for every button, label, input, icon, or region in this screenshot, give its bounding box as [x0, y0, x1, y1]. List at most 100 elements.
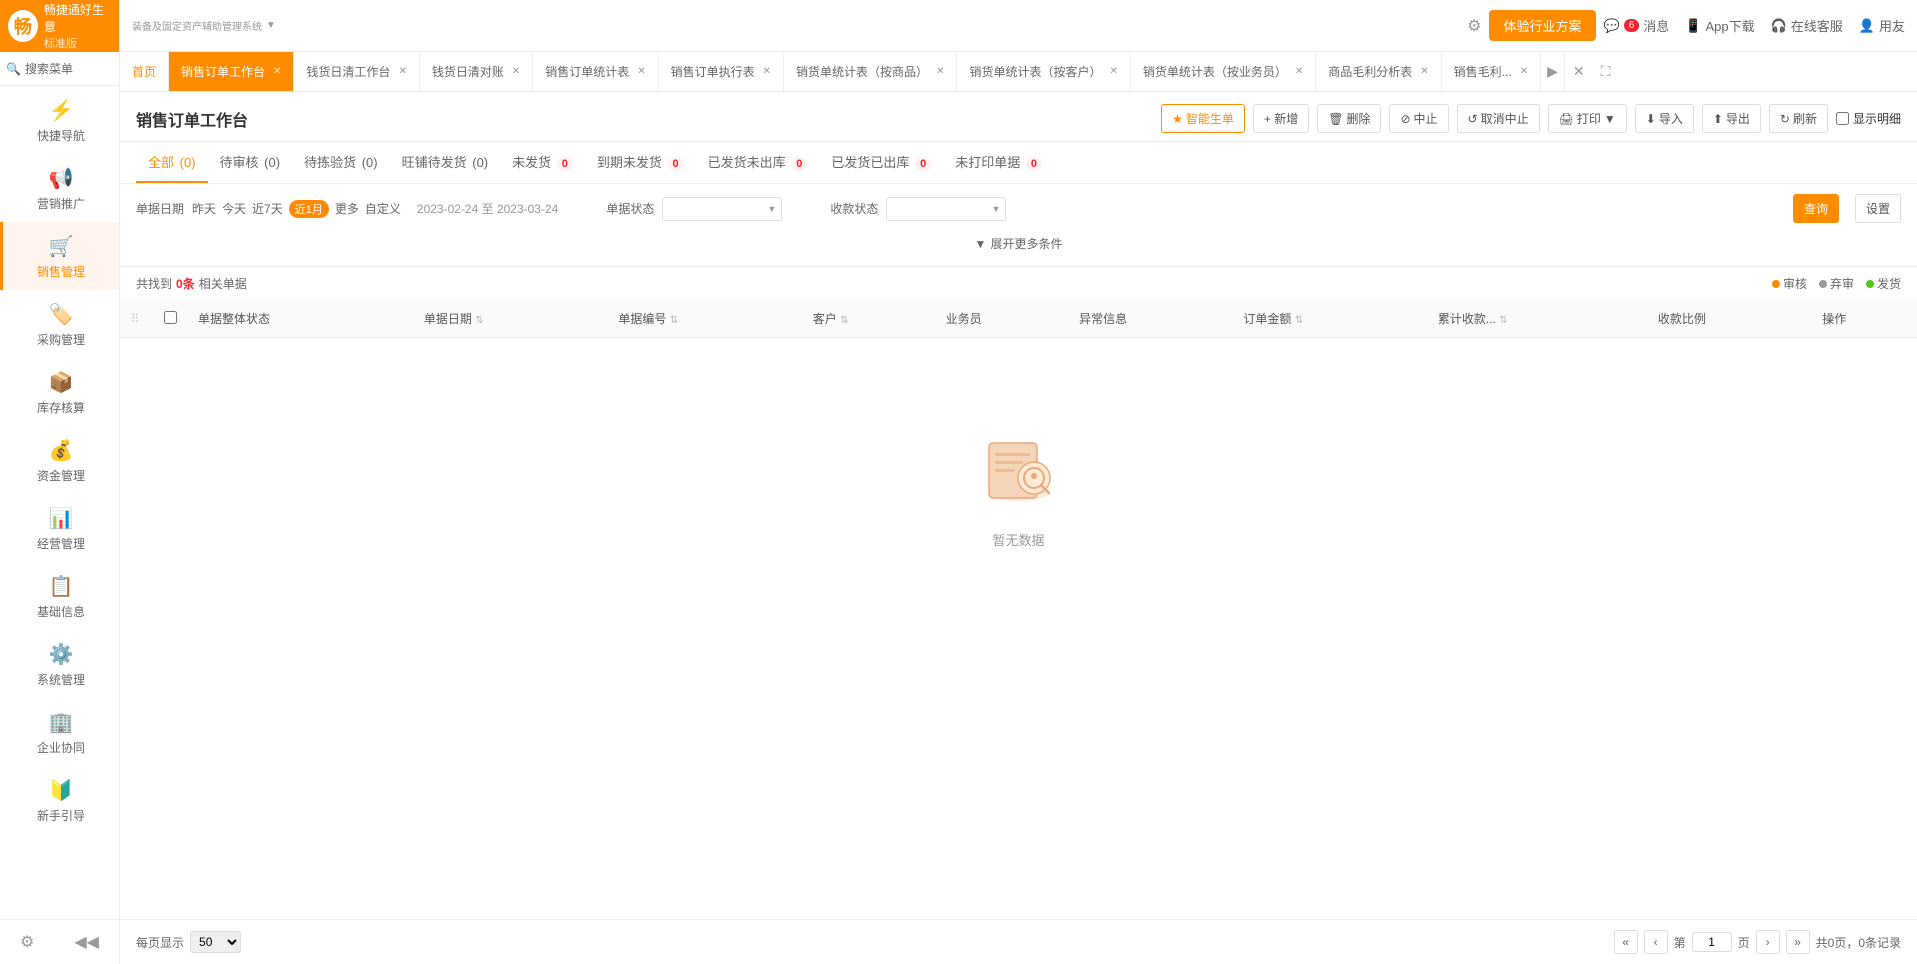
tab-close-all-button[interactable]: ✕ [1565, 52, 1593, 91]
user-menu[interactable]: 👤 用友 [1859, 16, 1905, 35]
filter-today[interactable]: 今天 [222, 200, 246, 218]
sidebar-collapse-icon[interactable]: ◀◀ [66, 928, 107, 956]
sub-tab-pending-audit-label: 待审核 [220, 155, 259, 170]
sub-tab-overdue-label: 到期未发货 [597, 155, 662, 170]
setting-button[interactable]: 设置 [1855, 194, 1901, 223]
tab-cash-daily-close[interactable]: ✕ [398, 66, 406, 77]
sub-tab-shipped-out[interactable]: 已发货已出库 0 [819, 142, 943, 183]
col-date-sort[interactable]: ⇅ [475, 315, 483, 326]
tab-sales-by-product-close[interactable]: ✕ [936, 66, 944, 77]
filter-yesterday[interactable]: 昨天 [192, 200, 216, 218]
sub-tab-overdue-not-shipped[interactable]: 到期未发货 0 [585, 142, 696, 183]
filter-status-select[interactable] [662, 197, 782, 221]
tab-sales-exec[interactable]: 销售订单执行表 ✕ [659, 52, 784, 91]
sub-tab-all[interactable]: 全部 (0) [136, 142, 208, 183]
expand-filter-button[interactable]: ▼ 展开更多条件 [967, 231, 1071, 256]
sidebar-item-guide[interactable]: 🔰 新手引导 [0, 766, 119, 834]
select-all-checkbox[interactable] [164, 311, 177, 324]
sub-tab-not-shipped[interactable]: 未发货 0 [500, 142, 585, 183]
sidebar-item-system[interactable]: ⚙️ 系统管理 [0, 630, 119, 698]
tab-home[interactable]: 首页 [120, 52, 169, 91]
ship-action[interactable]: 发货 [1866, 275, 1901, 292]
query-button[interactable]: 查询 [1793, 194, 1839, 223]
last-page-button[interactable]: » [1786, 930, 1810, 954]
online-service-button[interactable]: 🎧 在线客服 [1771, 16, 1843, 35]
tab-sales-order[interactable]: 销售订单工作台 ✕ [169, 52, 294, 91]
next-page-button[interactable]: › [1756, 930, 1780, 954]
sub-tab-not-printed[interactable]: 未打印单据 0 [943, 142, 1054, 183]
sidebar-item-purchase[interactable]: 🏷️ 采购管理 [0, 290, 119, 358]
app-title-dropdown[interactable]: 装备及固定资产辅助管理系统 ▼ [132, 18, 276, 33]
tab-cash-reconcile[interactable]: 钱货日清对账 ✕ [420, 52, 533, 91]
sidebar-item-basic-info[interactable]: 📋 基础信息 [0, 562, 119, 630]
cancel-audit-action[interactable]: 弃审 [1819, 275, 1854, 292]
sub-tab-pending-audit[interactable]: 待审核 (0) [208, 142, 293, 183]
refresh-button[interactable]: ↻ 刷新 [1769, 104, 1828, 133]
tab-sales-by-customer-close[interactable]: ✕ [1109, 66, 1117, 77]
col-customer[interactable]: 客户 ⇅ [805, 300, 938, 338]
settings-gear-icon[interactable]: ⚙ [12, 928, 42, 956]
filter-7days[interactable]: 近7天 [252, 200, 283, 218]
export-button[interactable]: ⬆ 导出 [1702, 104, 1761, 133]
col-amount[interactable]: 订单金额 ⇅ [1235, 300, 1429, 338]
total-pages-label: 共0页，0条记录 [1816, 934, 1901, 951]
sub-tab-pending-audit-count: (0) [264, 155, 280, 170]
topbar-gear-icon[interactable]: ⚙ [1467, 16, 1481, 36]
sidebar-item-finance[interactable]: 💰 资金管理 [0, 426, 119, 494]
filter-custom[interactable]: 自定义 [365, 200, 401, 218]
tab-sales-stats-close[interactable]: ✕ [637, 66, 645, 77]
tab-cash-daily[interactable]: 钱货日清工作台 ✕ [294, 52, 419, 91]
sidebar-item-quick-nav[interactable]: ⚡ 快捷导航 [0, 86, 119, 154]
show-detail-checkbox[interactable]: 显示明细 [1836, 110, 1901, 127]
tab-sales-exec-close[interactable]: ✕ [763, 66, 771, 77]
col-number[interactable]: 单据编号 ⇅ [610, 300, 804, 338]
import-button[interactable]: ⬇ 导入 [1635, 104, 1694, 133]
sidebar-item-sales[interactable]: 🛒 销售管理 [0, 222, 119, 290]
prev-page-button[interactable]: ‹ [1644, 930, 1668, 954]
col-date[interactable]: 单据日期 ⇅ [416, 300, 610, 338]
tab-sales-by-customer[interactable]: 销货单统计表（按客户） ✕ [957, 52, 1130, 91]
filter-1month[interactable]: 近1月 [289, 200, 329, 218]
first-page-button[interactable]: « [1614, 930, 1638, 954]
cancel-pause-button[interactable]: ↺ 取消中止 [1457, 104, 1540, 133]
tab-sales-by-staff[interactable]: 销货单统计表（按业务员） ✕ [1131, 52, 1316, 91]
add-button[interactable]: + 新增 [1253, 104, 1309, 133]
audit-action[interactable]: 审核 [1772, 275, 1807, 292]
tab-cash-reconcile-close[interactable]: ✕ [512, 66, 520, 77]
message-button[interactable]: 💬 6 消息 [1604, 16, 1670, 35]
sidebar-search[interactable]: 🔍 搜索菜单 [0, 52, 119, 86]
tab-sales-by-staff-close[interactable]: ✕ [1295, 66, 1303, 77]
pause-button[interactable]: ⊘ 中止 [1389, 104, 1448, 133]
col-amount-sort[interactable]: ⇅ [1295, 315, 1303, 326]
col-number-sort[interactable]: ⇅ [670, 315, 678, 326]
tab-sales-order-close[interactable]: ✕ [273, 66, 281, 77]
sub-tab-shipped-not-out[interactable]: 已发货未出库 0 [696, 142, 820, 183]
delete-button[interactable]: 🗑 删除 [1317, 104, 1381, 133]
smart-create-button[interactable]: ★ 智能生单 [1161, 104, 1245, 133]
sidebar-item-marketing[interactable]: 📢 营销推广 [0, 154, 119, 222]
tab-margin[interactable]: 商品毛利分析表 ✕ [1316, 52, 1441, 91]
col-collected[interactable]: 累计收款... ⇅ [1430, 300, 1650, 338]
col-customer-sort[interactable]: ⇅ [840, 315, 848, 326]
show-detail-input[interactable] [1836, 112, 1849, 125]
filter-payment-select[interactable] [886, 197, 1006, 221]
filter-more[interactable]: 更多 [335, 200, 359, 218]
col-collected-sort[interactable]: ⇅ [1499, 315, 1507, 326]
sub-tab-pending-verify[interactable]: 待拣验货 (0) [292, 142, 390, 183]
sidebar-item-inventory[interactable]: 📦 库存核算 [0, 358, 119, 426]
tab-sales-more-close[interactable]: ✕ [1520, 66, 1528, 77]
industry-solution-button[interactable]: 体验行业方案 [1489, 10, 1595, 41]
page-number-input[interactable] [1692, 932, 1732, 952]
tab-sales-stats[interactable]: 销售订单统计表 ✕ [533, 52, 658, 91]
sidebar-item-operations[interactable]: 📊 经营管理 [0, 494, 119, 562]
tab-maximize-button[interactable]: ⛶ [1593, 52, 1619, 91]
sidebar-item-enterprise[interactable]: 🏢 企业协同 [0, 698, 119, 766]
tab-margin-close[interactable]: ✕ [1420, 66, 1428, 77]
tab-overflow-button[interactable]: ▶ [1541, 52, 1565, 91]
tab-sales-more[interactable]: 销售毛利... ✕ [1442, 52, 1541, 91]
print-button[interactable]: 🖨 打印 ▼ [1548, 104, 1627, 133]
app-download-button[interactable]: 📱 App下载 [1685, 16, 1754, 35]
sub-tab-wangpu[interactable]: 旺铺待发货 (0) [390, 142, 501, 183]
tab-sales-by-product[interactable]: 销货单统计表（按商品） ✕ [784, 52, 957, 91]
page-size-select[interactable]: 50 10 20 100 [190, 931, 241, 953]
